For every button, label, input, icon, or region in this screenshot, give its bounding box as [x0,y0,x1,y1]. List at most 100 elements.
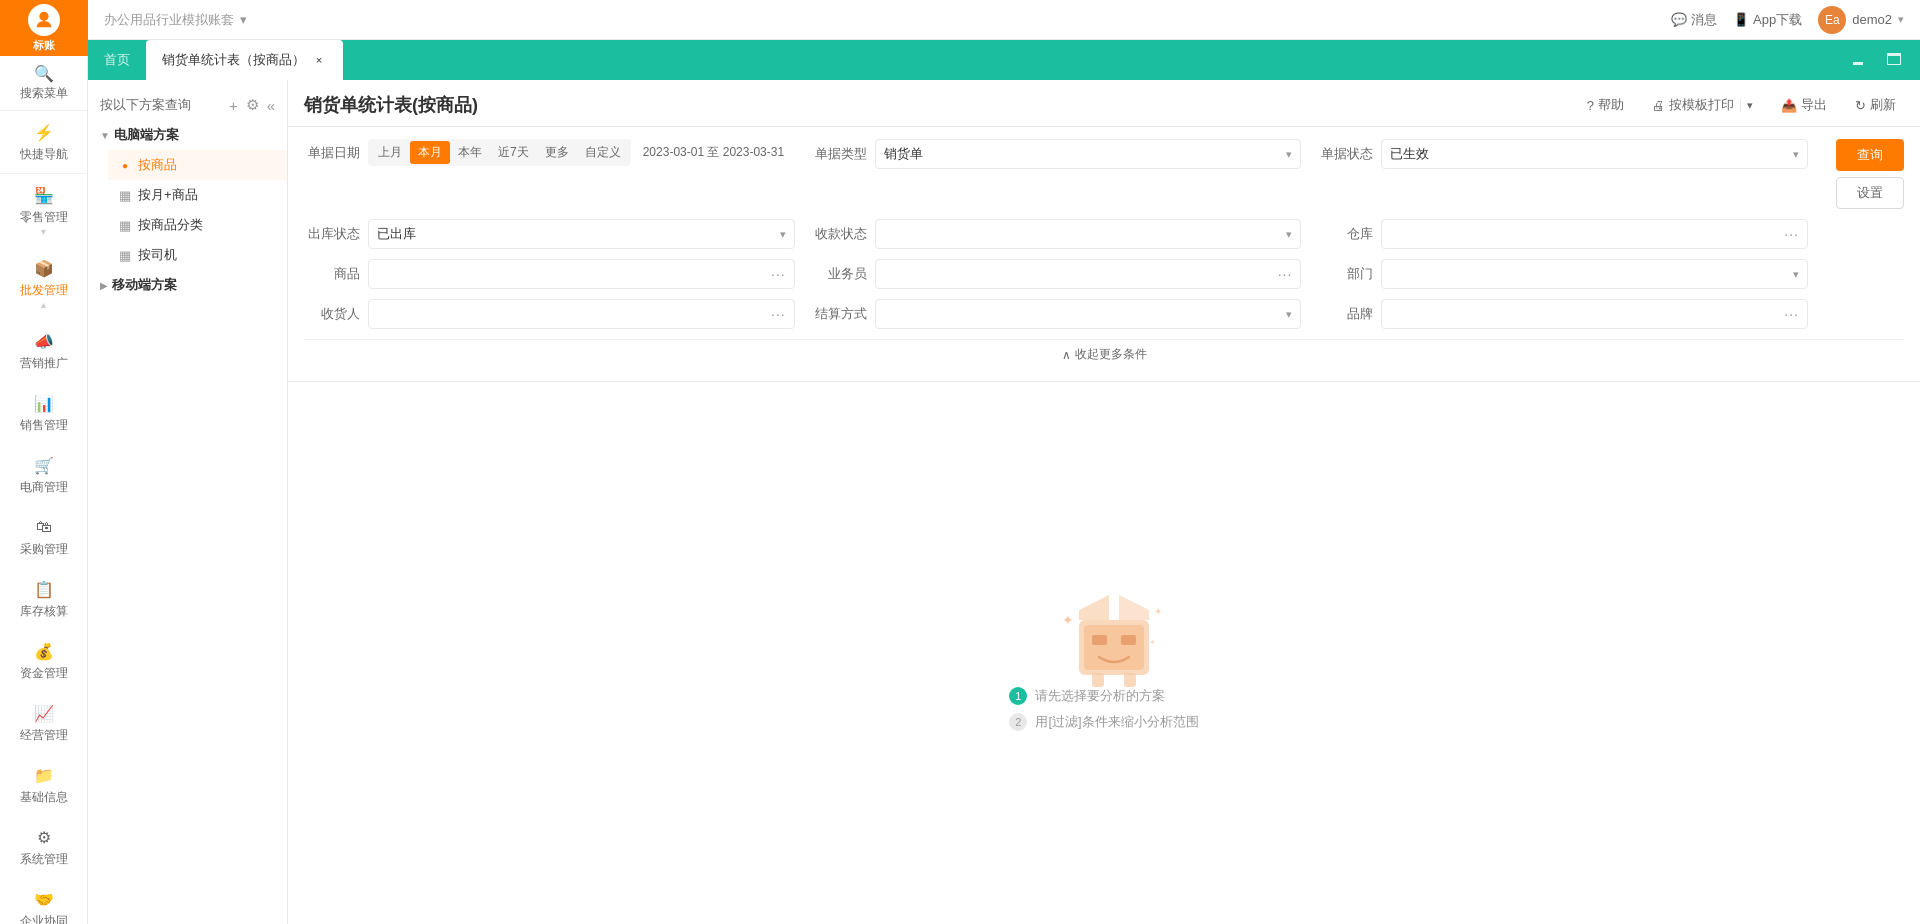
date-label: 单据日期 [304,144,360,162]
payment-status-control[interactable]: ▾ [875,219,1302,249]
payment-status-arrow: ▾ [1286,228,1292,241]
empty-step2: 2 用[过滤]条件来缩小分析范围 [1009,713,1198,731]
pc-section-label: 电脑端方案 [114,126,179,144]
sidebar-item-ecommerce[interactable]: 🛒 电商管理 [0,444,87,506]
maximize-icon: 🗖 [1886,51,1902,69]
settlement-control[interactable]: ▾ [875,299,1302,329]
sidebar-menu: 🏪 零售管理 ▾ 📦 批发管理 ▴ 📣 营销推广 📊 销售管理 🛒 电商管理 🛍… [0,174,87,924]
tree-item-by-month-goods[interactable]: ▦ 按月+商品 [108,180,287,210]
tab-home[interactable]: 首页 [88,40,146,80]
out-status-control[interactable]: 已出库 ▾ [368,219,795,249]
dept-control[interactable]: ▾ [1381,259,1808,289]
date-tab-this-month[interactable]: 本月 [410,141,450,164]
collapse-label: 收起更多条件 [1075,346,1147,363]
export-icon: 📤 [1781,98,1797,113]
page-content: 按以下方案查询 + ⚙ « ▼ 电脑端方案 ● 按商品 [88,80,1920,924]
left-panel-header: 按以下方案查询 + ⚙ « [88,90,287,120]
out-status-arrow: ▾ [780,228,786,241]
salesperson-control[interactable]: ··· [875,259,1302,289]
settlement-label: 结算方式 [811,305,867,323]
svg-text:✦: ✦ [1154,606,1162,617]
export-btn[interactable]: 📤 导出 [1773,92,1835,118]
logo-text: 标账 [33,38,55,53]
date-tab-this-year[interactable]: 本年 [450,141,490,164]
query-btn[interactable]: 查询 [1836,139,1904,171]
out-status-value: 已出库 [377,225,416,243]
doc-type-control[interactable]: 销货单 ▾ [875,139,1302,169]
messages-label: 消息 [1691,11,1717,29]
settings-scheme-btn[interactable]: ⚙ [246,96,259,114]
tree-sub-pc: ● 按商品 ▦ 按月+商品 ▦ 按商品分类 ▦ 按司机 [88,150,287,270]
goods-control[interactable]: ··· [368,259,795,289]
by-driver-label: 按司机 [138,246,177,264]
doc-status-label: 单据状态 [1317,145,1373,163]
doc-type-value: 销货单 [884,145,923,163]
brand-control[interactable]: ··· [1381,299,1808,329]
top-header: 办公用品行业模拟账套 ▾ 💬 消息 📱 App下载 Ea demo2 ▾ [88,0,1920,40]
warehouse-control[interactable]: ··· [1381,219,1808,249]
date-tab-7days[interactable]: 近7天 [490,141,537,164]
print-dropdown-icon[interactable]: ▾ [1740,99,1753,112]
svg-rect-6 [1121,635,1136,645]
doc-type-arrow: ▾ [1286,148,1292,161]
add-scheme-btn[interactable]: + [229,97,238,114]
collapse-filter-btn[interactable]: ∧ 收起更多条件 [304,339,1904,369]
salesperson-dots: ··· [1278,266,1293,282]
sidebar-item-sales[interactable]: 📊 销售管理 [0,382,87,444]
category-icon: ▦ [116,216,134,234]
sidebar-item-operations[interactable]: 📈 经营管理 [0,692,87,754]
date-tab-last-month[interactable]: 上月 [370,141,410,164]
date-range: 2023-03-01 至 2023-03-31 [643,144,784,161]
brand-dots: ··· [1784,306,1799,322]
date-tabs: 上月 本月 本年 近7天 更多 自定义 [368,139,631,166]
by-month-goods-label: 按月+商品 [138,186,198,204]
by-category-label: 按商品分类 [138,216,203,234]
right-main: 销货单统计表(按商品) ? 帮助 🖨 按模板打印 ▾ 📤 导出 [288,80,1920,924]
dropdown-icon[interactable]: ▾ [240,12,247,27]
collapse-panel-btn[interactable]: « [267,97,275,114]
sidebar-item-inventory[interactable]: 📋 库存核算 [0,568,87,630]
tab-active[interactable]: 销货单统计表（按商品） × [146,40,343,80]
refresh-btn[interactable]: ↻ 刷新 [1847,92,1904,118]
left-panel: 按以下方案查询 + ⚙ « ▼ 电脑端方案 ● 按商品 [88,80,288,924]
date-tab-more[interactable]: 更多 [537,141,577,164]
print-btn[interactable]: 🖨 按模板打印 ▾ [1644,92,1761,118]
tree-item-by-goods[interactable]: ● 按商品 [108,150,287,180]
help-btn[interactable]: ? 帮助 [1579,92,1632,118]
tree-item-by-category[interactable]: ▦ 按商品分类 [108,210,287,240]
settings-btn[interactable]: 设置 [1836,177,1904,209]
user-menu[interactable]: Ea demo2 ▾ [1818,6,1904,34]
sidebar-item-wholesale[interactable]: 📦 批发管理 ▴ [0,247,87,320]
sidebar-item-basic-info[interactable]: 📁 基础信息 [0,754,87,816]
receiver-dots: ··· [771,306,786,322]
tab-close-btn[interactable]: × [311,52,327,68]
sidebar-item-finance[interactable]: 💰 资金管理 [0,630,87,692]
tree-item-pc[interactable]: ▼ 电脑端方案 [88,120,287,150]
dept-label: 部门 [1317,265,1373,283]
messages-btn[interactable]: 💬 消息 [1671,11,1717,29]
doc-type-label: 单据类型 [811,145,867,163]
svg-text:✦: ✦ [1149,638,1156,647]
sidebar: 标账 🔍 搜索菜单 ⚡ 快捷导航 🏪 零售管理 ▾ 📦 批发管理 ▴ 📣 营销推… [0,0,88,924]
tab-minimize-btn[interactable]: 🗕 [1844,46,1872,74]
user-dropdown-icon: ▾ [1898,13,1904,26]
doc-status-control[interactable]: 已生效 ▾ [1381,139,1808,169]
app-logo[interactable]: 标账 [0,0,88,56]
search-menu-item[interactable]: 🔍 搜索菜单 [0,56,87,111]
svg-point-0 [39,11,48,20]
tree-item-by-driver[interactable]: ▦ 按司机 [108,240,287,270]
sidebar-item-quick-nav[interactable]: ⚡ 快捷导航 [0,111,87,174]
tree-section-pc: ▼ 电脑端方案 ● 按商品 ▦ 按月+商品 ▦ 按商品分类 [88,120,287,270]
sidebar-item-retail[interactable]: 🏪 零售管理 ▾ [0,174,87,247]
app-download-btn[interactable]: 📱 App下载 [1733,11,1802,29]
tab-bar: 首页 销货单统计表（按商品） × 🗕 🗖 [88,40,1920,80]
sidebar-item-purchase[interactable]: 🛍 采购管理 [0,506,87,568]
date-tab-custom[interactable]: 自定义 [577,141,629,164]
sidebar-item-enterprise[interactable]: 🤝 企业协同 [0,878,87,924]
receiver-control[interactable]: ··· [368,299,795,329]
tree-item-mobile[interactable]: ▶ 移动端方案 [88,270,287,300]
header-left: 办公用品行业模拟账套 ▾ [104,11,247,29]
sidebar-item-marketing[interactable]: 📣 营销推广 [0,320,87,382]
sidebar-item-system[interactable]: ⚙ 系统管理 [0,816,87,878]
tab-maximize-btn[interactable]: 🗖 [1880,46,1908,74]
